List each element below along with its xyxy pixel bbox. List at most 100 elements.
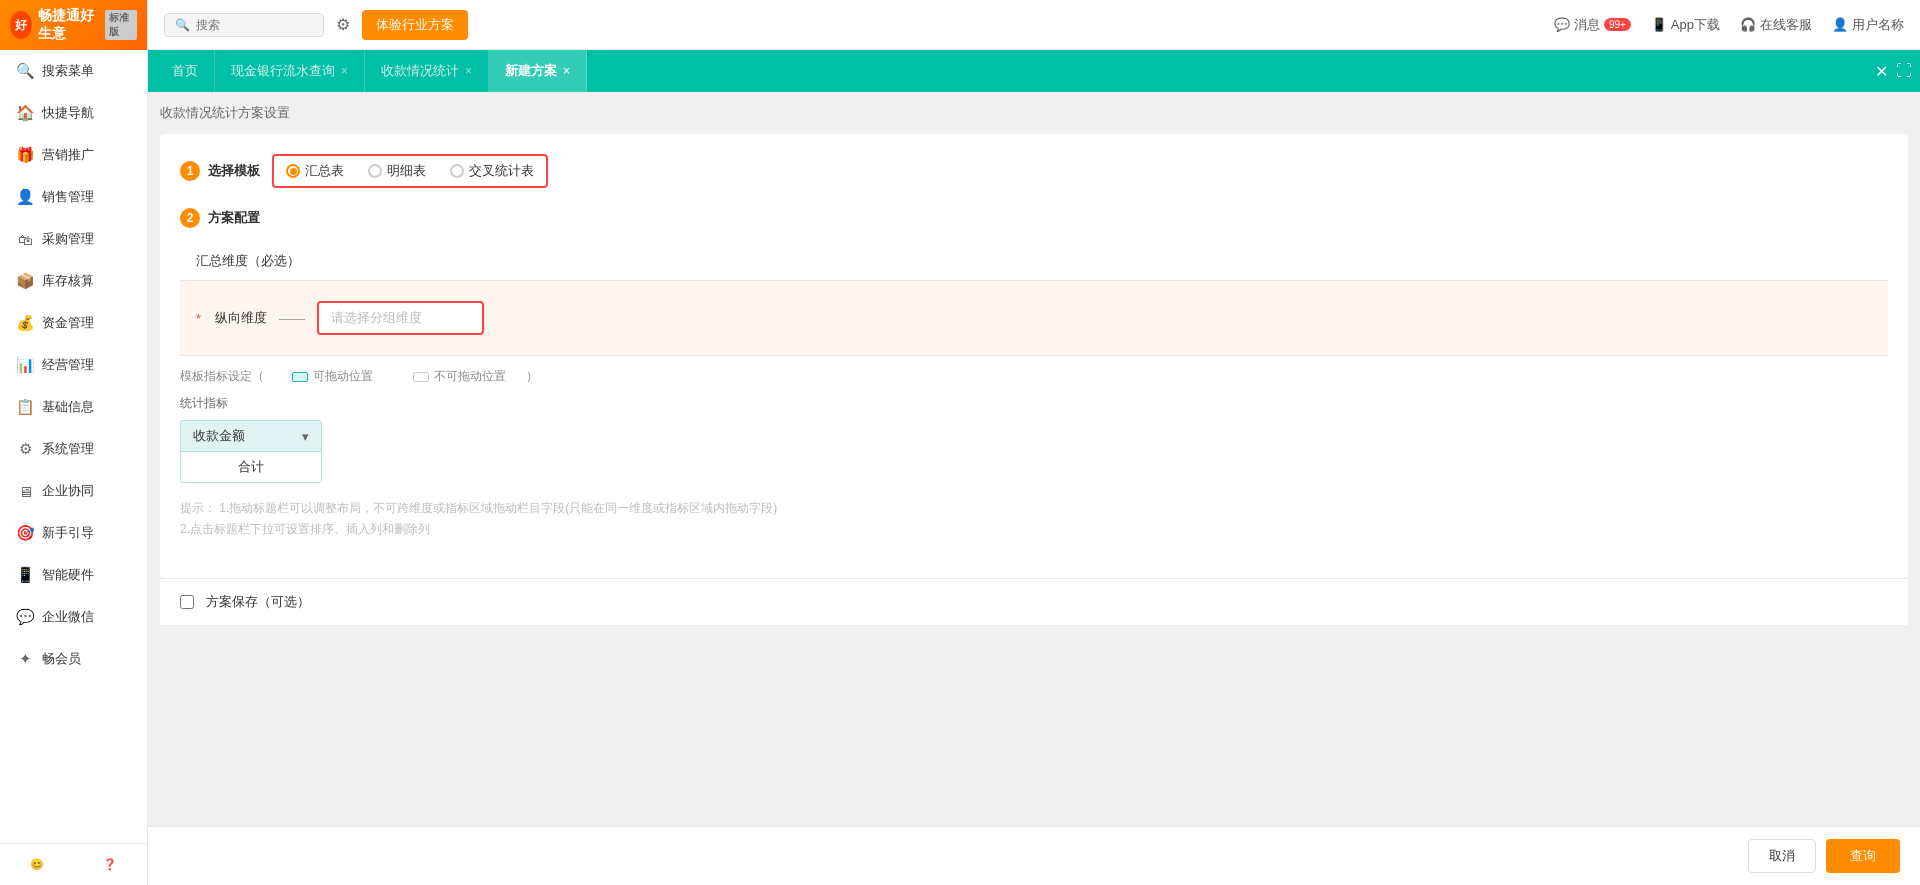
tab-bank-query-close[interactable]: × — [341, 64, 348, 78]
tab-bank-query[interactable]: 现金银行流水查询 × — [215, 50, 365, 92]
step1-number: 1 — [180, 161, 200, 181]
draggable-legend-label: 可拖动位置 — [313, 368, 373, 385]
industry-solution-button[interactable]: 体验行业方案 — [362, 10, 468, 40]
notification-label: 消息 — [1574, 16, 1600, 34]
main-area: 🔍 ⚙ 体验行业方案 💬 消息 99+ 📱 App下载 🎧 在线客服 👤 用户名… — [148, 0, 1920, 885]
hardware-icon: 📱 — [16, 566, 34, 584]
tab-new-plan-close[interactable]: × — [563, 64, 570, 78]
metrics-header[interactable]: 收款金额 ▾ — [181, 421, 321, 452]
step1-title: 选择模板 — [208, 162, 260, 180]
sidebar-item-wechat[interactable]: 💬 企业微信 — [0, 596, 147, 638]
tab-home[interactable]: 首页 — [156, 50, 215, 92]
sidebar-item-inventory[interactable]: 📦 库存核算 — [0, 260, 147, 302]
vertical-dim-label: 纵向维度 — [215, 309, 267, 327]
sidebar-logo-text: 畅捷通好生意 — [38, 7, 105, 43]
sidebar-item-search[interactable]: 🔍 搜索菜单 — [0, 50, 147, 92]
content-area: 收款情况统计方案设置 1 选择模板 汇总表 明细表 — [148, 92, 1920, 826]
sidebar-item-label: 企业协同 — [42, 482, 94, 500]
step1-section: 1 选择模板 汇总表 明细表 交叉统计表 — [180, 154, 1888, 188]
sidebar-item-quick-nav[interactable]: 🏠 快捷导航 — [0, 92, 147, 134]
radio-cross[interactable]: 交叉统计表 — [450, 162, 534, 180]
sidebar-item-label: 资金管理 — [42, 314, 94, 332]
sidebar-item-marketing[interactable]: 🎁 营销推广 — [0, 134, 147, 176]
tabbar-controls: ✕ ⛶ — [1875, 62, 1912, 81]
user-profile-btn[interactable]: 👤 用户名称 — [1832, 16, 1904, 34]
step1-header: 1 选择模板 汇总表 明细表 交叉统计表 — [180, 154, 1888, 188]
edition-badge: 标准版 — [105, 10, 137, 40]
radio-detail[interactable]: 明细表 — [368, 162, 426, 180]
sidebar-item-sales[interactable]: 👤 销售管理 — [0, 176, 147, 218]
tab-new-plan[interactable]: 新建方案 × — [489, 50, 587, 92]
sidebar-item-label: 库存核算 — [42, 272, 94, 290]
dimension-section-label: 汇总维度（必选） — [180, 242, 1888, 281]
sidebar-item-label: 企业微信 — [42, 608, 94, 626]
arrow: —— — [279, 311, 305, 326]
radio-cross-circle — [450, 164, 464, 178]
vertical-dim-row: * 纵向维度 —— 请选择分组维度 — [196, 301, 1872, 335]
system-icon: ⚙ — [16, 440, 34, 458]
sidebar-item-label: 智能硬件 — [42, 566, 94, 584]
tab-close-all-icon[interactable]: ✕ — [1875, 62, 1888, 81]
dimension-section: 汇总维度（必选） * 纵向维度 —— 请选择分组维度 — [180, 242, 1888, 356]
tip2: 2.点击标题栏下拉可设置排序、插入列和删除列 — [180, 521, 1888, 538]
sidebar-item-label: 系统管理 — [42, 440, 94, 458]
fixed-legend-label: 不可拖动位置 — [434, 368, 506, 385]
radio-summary-circle — [286, 164, 300, 178]
sidebar-item-label: 销售管理 — [42, 188, 94, 206]
radio-cross-label: 交叉统计表 — [469, 162, 534, 180]
sidebar-item-finance[interactable]: 💰 资金管理 — [0, 302, 147, 344]
dimension-selector[interactable]: 请选择分组维度 — [317, 301, 484, 335]
tab-fullscreen-icon[interactable]: ⛶ — [1896, 62, 1912, 81]
online-service-btn[interactable]: 🎧 在线客服 — [1740, 16, 1812, 34]
search-box[interactable]: 🔍 — [164, 13, 324, 37]
save-checkbox[interactable] — [180, 595, 194, 609]
sidebar-item-purchase[interactable]: 🛍 采购管理 — [0, 218, 147, 260]
sidebar-help-btn[interactable]: ❓ — [74, 852, 148, 877]
sidebar-item-member[interactable]: ✦ 畅会员 — [0, 638, 147, 680]
app-download-btn[interactable]: 📱 App下载 — [1651, 16, 1720, 34]
user-name: 用户名称 — [1852, 16, 1904, 34]
radio-summary[interactable]: 汇总表 — [286, 162, 344, 180]
fixed-legend-box — [413, 372, 429, 382]
tab-receipt-stats[interactable]: 收款情况统计 × — [365, 50, 489, 92]
sidebar-feedback-btn[interactable]: 😊 — [0, 852, 74, 877]
sidebar-item-label: 新手引导 — [42, 524, 94, 542]
sidebar-item-operations[interactable]: 📊 经营管理 — [0, 344, 147, 386]
operations-icon: 📊 — [16, 356, 34, 374]
metrics-chevron-icon[interactable]: ▾ — [302, 429, 309, 444]
radio-detail-circle — [368, 164, 382, 178]
step2-section: 2 方案配置 汇总维度（必选） * 纵向维度 —— 请选择分组维度 — [180, 208, 1888, 538]
required-star: * — [196, 311, 201, 326]
step2-number: 2 — [180, 208, 200, 228]
notification-btn[interactable]: 💬 消息 99+ — [1554, 16, 1631, 34]
search-icon: 🔍 — [175, 18, 190, 32]
tab-receipt-stats-close[interactable]: × — [465, 64, 472, 78]
user-avatar: 👤 — [1832, 17, 1848, 32]
marketing-icon: 🎁 — [16, 146, 34, 164]
tab-bank-query-label: 现金银行流水查询 — [231, 62, 335, 80]
bottom-save-bar: 方案保存（可选） — [160, 578, 1908, 625]
metrics-table: 收款金额 ▾ 合计 — [180, 420, 322, 483]
main-card: 1 选择模板 汇总表 明细表 交叉统计表 — [160, 134, 1908, 578]
service-label: 在线客服 — [1760, 16, 1812, 34]
sidebar-item-label: 快捷导航 — [42, 104, 94, 122]
sales-icon: 👤 — [16, 188, 34, 206]
sidebar-item-label: 畅会员 — [42, 650, 81, 668]
metrics-header-label: 收款金额 — [193, 427, 245, 445]
query-button[interactable]: 查询 — [1826, 839, 1900, 873]
draggable-legend-box — [292, 372, 308, 382]
sidebar-item-label: 基础信息 — [42, 398, 94, 416]
enterprise-icon: 🖥 — [16, 482, 34, 500]
sidebar-item-system[interactable]: ⚙ 系统管理 — [0, 428, 147, 470]
search-input[interactable] — [196, 18, 296, 32]
topbar-right: 💬 消息 99+ 📱 App下载 🎧 在线客服 👤 用户名称 — [1554, 16, 1904, 34]
cancel-button[interactable]: 取消 — [1748, 839, 1816, 873]
breadcrumb: 收款情况统计方案设置 — [160, 104, 1908, 122]
metrics-subrow: 合计 — [181, 452, 321, 482]
sidebar-item-base-info[interactable]: 📋 基础信息 — [0, 386, 147, 428]
sidebar-item-hardware[interactable]: 📱 智能硬件 — [0, 554, 147, 596]
sidebar-item-enterprise[interactable]: 🖥 企业协同 — [0, 470, 147, 512]
gear-icon[interactable]: ⚙ — [336, 15, 350, 34]
metrics-section-label: 统计指标 — [180, 395, 1888, 412]
sidebar-item-guide[interactable]: 🎯 新手引导 — [0, 512, 147, 554]
